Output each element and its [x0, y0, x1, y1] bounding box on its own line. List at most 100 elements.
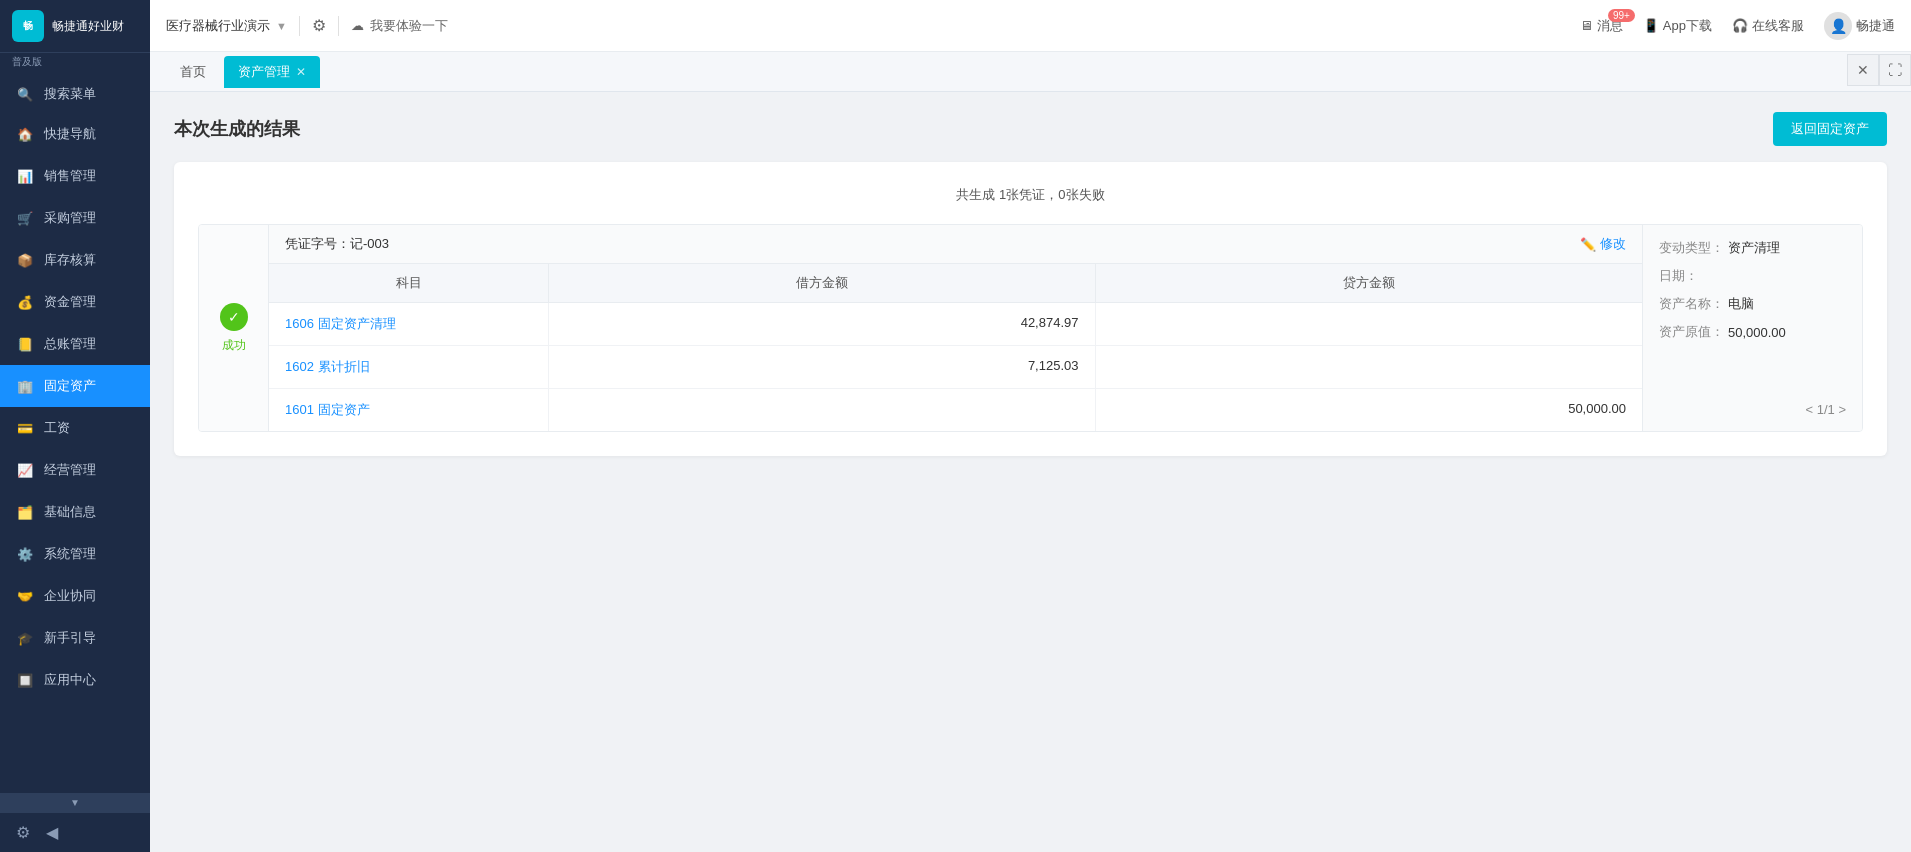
sidebar-footer: ⚙ ◀ [0, 812, 150, 852]
table-row: 1601 固定资产 50,000.00 [269, 389, 1642, 431]
sidebar-search-label: 搜索菜单 [44, 85, 96, 103]
sidebar: 畅 畅捷通好业财 普及版 🔍 搜索菜单 🏠 快捷导航 📊 销售管理 🛒 采购管理… [0, 0, 150, 852]
sidebar-item-label: 总账管理 [44, 335, 96, 353]
success-icon: ✓ [220, 303, 248, 331]
project-selector[interactable]: 医疗器械行业演示 ▼ [166, 17, 287, 35]
sidebar-item-management[interactable]: 📈 经营管理 [0, 449, 150, 491]
account-cell: 1606 固定资产清理 [269, 303, 549, 345]
voucher-header-row: 凭证字号：记-003 ✏️ 修改 [269, 225, 1642, 264]
change-type-label: 变动类型： [1659, 239, 1724, 257]
dropdown-icon: ▼ [276, 20, 287, 32]
topbar-divider [299, 16, 300, 36]
tab-asset-management[interactable]: 资产管理 ✕ [224, 56, 320, 88]
messages-button[interactable]: 🖥 消息 99+ [1580, 17, 1623, 35]
finance-icon: 💰 [16, 293, 34, 311]
sidebar-item-quick-nav[interactable]: 🏠 快捷导航 [0, 113, 150, 155]
sidebar-edition: 普及版 [0, 53, 150, 75]
sidebar-item-label: 工资 [44, 419, 70, 437]
side-pagination[interactable]: < 1/1 > [1659, 402, 1846, 417]
main-area: 医疗器械行业演示 ▼ ⚙ ☁ 我要体验一下 🖥 消息 99+ 📱 App下载 🎧… [150, 0, 1911, 852]
logo-icon: 畅 [12, 10, 44, 42]
sales-icon: 📊 [16, 167, 34, 185]
result-summary: 共生成 1张凭证，0张失败 [198, 186, 1863, 204]
sidebar-item-collab[interactable]: 🤝 企业协同 [0, 575, 150, 617]
sidebar-item-guide[interactable]: 🎓 新手引导 [0, 617, 150, 659]
home-icon: 🏠 [16, 125, 34, 143]
sidebar-item-app-center[interactable]: 🔲 应用中心 [0, 659, 150, 701]
tab-home[interactable]: 首页 [166, 56, 220, 88]
search-icon: 🔍 [16, 85, 34, 103]
topbar-right: 🖥 消息 99+ 📱 App下载 🎧 在线客服 👤 畅捷通 [1580, 12, 1895, 40]
success-text: 成功 [222, 337, 246, 354]
tab-close-icon[interactable]: ✕ [296, 65, 306, 79]
phone-icon: 📱 [1643, 18, 1659, 33]
sidebar-item-finance[interactable]: 💰 资金管理 [0, 281, 150, 323]
edit-label: 修改 [1600, 235, 1626, 253]
settings-icon[interactable]: ⚙ [312, 16, 326, 35]
sidebar-settings-icon[interactable]: ⚙ [16, 823, 30, 842]
page-title: 本次生成的结果 [174, 117, 300, 141]
close-panel-button[interactable]: ✕ [1847, 54, 1879, 86]
debit-cell [549, 389, 1096, 431]
sidebar-item-ledger[interactable]: 📒 总账管理 [0, 323, 150, 365]
management-icon: 📈 [16, 461, 34, 479]
logo-text: 畅捷通好业财 [52, 18, 124, 35]
col-credit: 贷方金额 [1096, 264, 1643, 302]
sidebar-item-purchase[interactable]: 🛒 采购管理 [0, 197, 150, 239]
experience-button[interactable]: ☁ 我要体验一下 [351, 17, 448, 35]
avatar: 👤 [1824, 12, 1852, 40]
expand-panel-button[interactable]: ⛶ [1879, 54, 1911, 86]
sidebar-item-label: 库存核算 [44, 251, 96, 269]
experience-label: 我要体验一下 [370, 17, 448, 35]
success-indicator: ✓ 成功 [199, 225, 269, 431]
sidebar-item-label: 基础信息 [44, 503, 96, 521]
asset-value-value: 50,000.00 [1728, 325, 1786, 340]
voucher-block: ✓ 成功 凭证字号：记-003 ✏️ 修改 科目 借方金额 [198, 224, 1863, 432]
sidebar-item-payroll[interactable]: 💳 工资 [0, 407, 150, 449]
asset-name-label: 资产名称： [1659, 295, 1724, 313]
topbar-divider2 [338, 16, 339, 36]
account-cell: 1602 累计折旧 [269, 346, 549, 388]
user-menu[interactable]: 👤 畅捷通 [1824, 12, 1895, 40]
edit-icon: ✏️ [1580, 237, 1596, 252]
sidebar-item-system[interactable]: ⚙️ 系统管理 [0, 533, 150, 575]
sidebar-item-label: 经营管理 [44, 461, 96, 479]
asset-value-label: 资产原值： [1659, 323, 1724, 341]
app-download-button[interactable]: 📱 App下载 [1643, 17, 1712, 35]
message-icon: 🖥 [1580, 18, 1593, 33]
sidebar-item-label: 系统管理 [44, 545, 96, 563]
app-download-label: App下载 [1663, 17, 1712, 35]
return-button[interactable]: 返回固定资产 [1773, 112, 1887, 146]
date-row: 日期： [1659, 267, 1846, 285]
page-content: 本次生成的结果 返回固定资产 共生成 1张凭证，0张失败 ✓ 成功 凭证字号：记… [150, 92, 1911, 852]
panel-controls: ✕ ⛶ [1847, 54, 1911, 86]
ledger-icon: 📒 [16, 335, 34, 353]
sidebar-item-inventory[interactable]: 📦 库存核算 [0, 239, 150, 281]
sidebar-collapse-icon[interactable]: ◀ [46, 823, 58, 842]
project-name: 医疗器械行业演示 [166, 17, 270, 35]
fixed-assets-icon: 🏢 [16, 377, 34, 395]
asset-name-row: 资产名称： 电脑 [1659, 295, 1846, 313]
result-card: 共生成 1张凭证，0张失败 ✓ 成功 凭证字号：记-003 ✏️ 修改 [174, 162, 1887, 456]
tab-asset-label: 资产管理 [238, 63, 290, 81]
cloud-icon: ☁ [351, 18, 364, 33]
sidebar-scroll-down[interactable]: ▼ [0, 793, 150, 812]
sidebar-item-basic-info[interactable]: 🗂️ 基础信息 [0, 491, 150, 533]
basic-info-icon: 🗂️ [16, 503, 34, 521]
purchase-icon: 🛒 [16, 209, 34, 227]
online-service-button[interactable]: 🎧 在线客服 [1732, 17, 1804, 35]
system-icon: ⚙️ [16, 545, 34, 563]
sidebar-item-label: 销售管理 [44, 167, 96, 185]
edit-voucher-button[interactable]: ✏️ 修改 [1580, 235, 1626, 253]
sidebar-scroll: 🔍 搜索菜单 🏠 快捷导航 📊 销售管理 🛒 采购管理 📦 库存核算 💰 资金管… [0, 75, 150, 793]
sidebar-item-sales[interactable]: 📊 销售管理 [0, 155, 150, 197]
inventory-icon: 📦 [16, 251, 34, 269]
sidebar-item-search[interactable]: 🔍 搜索菜单 [0, 75, 150, 113]
date-label: 日期： [1659, 267, 1698, 285]
table-row: 1606 固定资产清理 42,874.97 [269, 303, 1642, 346]
headset-icon: 🎧 [1732, 18, 1748, 33]
sidebar-item-fixed-assets[interactable]: 🏢 固定资产 [0, 365, 150, 407]
sidebar-item-label: 资金管理 [44, 293, 96, 311]
sidebar-header: 畅 畅捷通好业财 [0, 0, 150, 53]
payroll-icon: 💳 [16, 419, 34, 437]
